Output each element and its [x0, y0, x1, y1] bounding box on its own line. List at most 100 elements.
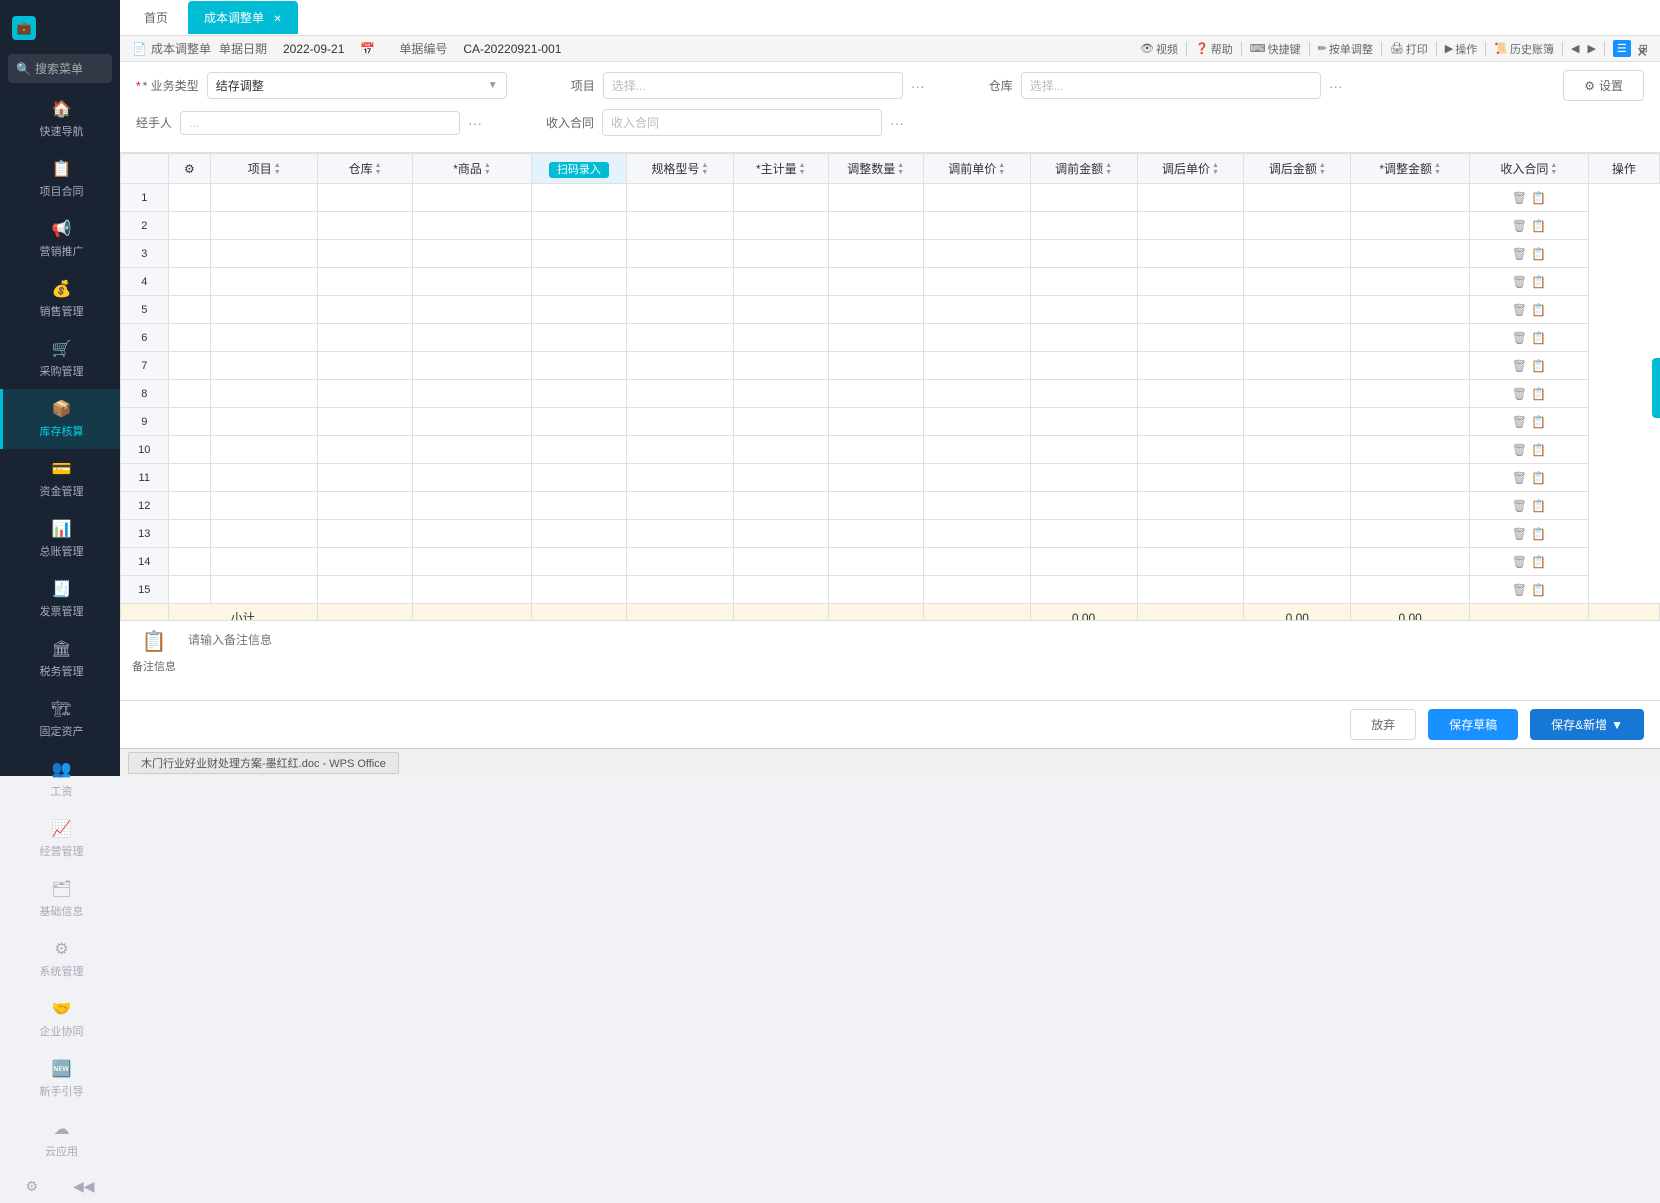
- cell-15-4[interactable]: [531, 576, 626, 604]
- th-unit[interactable]: *主计量 ▲▼: [733, 154, 828, 184]
- operations-btn[interactable]: ▶ 操作: [1445, 41, 1477, 57]
- cell-6-9[interactable]: [1030, 324, 1137, 352]
- right-edge-handle[interactable]: [1652, 358, 1660, 418]
- copy-icon-11[interactable]: 📋: [1531, 471, 1546, 485]
- cell-12-12[interactable]: [1351, 492, 1470, 520]
- cell-13-0[interactable]: [168, 520, 211, 548]
- cell-1-5[interactable]: [626, 184, 733, 212]
- cell-7-2[interactable]: [318, 352, 413, 380]
- cell-15-3[interactable]: [413, 576, 532, 604]
- cell-7-4[interactable]: [531, 352, 626, 380]
- cell-1-11[interactable]: [1244, 184, 1351, 212]
- cell-8-11[interactable]: [1244, 380, 1351, 408]
- cell-5-0[interactable]: [168, 296, 211, 324]
- cell-10-3[interactable]: [413, 436, 532, 464]
- th-after-price[interactable]: 调后单价 ▲▼: [1137, 154, 1244, 184]
- warehouse-dots[interactable]: ···: [1329, 78, 1343, 94]
- th-settings[interactable]: ⚙: [168, 154, 211, 184]
- cell-6-0[interactable]: [168, 324, 211, 352]
- cell-14-1[interactable]: [211, 548, 318, 576]
- cell-11-5[interactable]: [626, 464, 733, 492]
- cell-14-8[interactable]: [923, 548, 1030, 576]
- cell-11-9[interactable]: [1030, 464, 1137, 492]
- cell-10-2[interactable]: [318, 436, 413, 464]
- cell-2-5[interactable]: [626, 212, 733, 240]
- cell-5-3[interactable]: [413, 296, 532, 324]
- th-scan[interactable]: 扫码录入: [531, 154, 626, 184]
- cell-8-8[interactable]: [923, 380, 1030, 408]
- cell-5-9[interactable]: [1030, 296, 1137, 324]
- cell-12-1[interactable]: [211, 492, 318, 520]
- cell-13-3[interactable]: [413, 520, 532, 548]
- tab-cost-adjust[interactable]: 成本调整单 ✕: [188, 1, 298, 34]
- cell-13-10[interactable]: [1137, 520, 1244, 548]
- cell-12-2[interactable]: [318, 492, 413, 520]
- cell-4-3[interactable]: [413, 268, 532, 296]
- cell-8-10[interactable]: [1137, 380, 1244, 408]
- cell-4-7[interactable]: [828, 268, 923, 296]
- cell-15-8[interactable]: [923, 576, 1030, 604]
- cell-9-3[interactable]: [413, 408, 532, 436]
- sidebar-item-fixed-assets[interactable]: 🏗 固定资产: [0, 689, 120, 749]
- cell-15-12[interactable]: [1351, 576, 1470, 604]
- cell-10-6[interactable]: [733, 436, 828, 464]
- cell-2-6[interactable]: [733, 212, 828, 240]
- cell-10-8[interactable]: [923, 436, 1030, 464]
- cell-11-8[interactable]: [923, 464, 1030, 492]
- th-after-amount[interactable]: 调后金额 ▲▼: [1244, 154, 1351, 184]
- cell-15-10[interactable]: [1137, 576, 1244, 604]
- cell-9-6[interactable]: [733, 408, 828, 436]
- cell-10-7[interactable]: [828, 436, 923, 464]
- cell-12-7[interactable]: [828, 492, 923, 520]
- cell-5-1[interactable]: [211, 296, 318, 324]
- cell-13-8[interactable]: [923, 520, 1030, 548]
- cell-14-4[interactable]: [531, 548, 626, 576]
- cell-10-1[interactable]: [211, 436, 318, 464]
- sidebar-item-payroll[interactable]: 👥 工资: [0, 749, 120, 809]
- prev-btn[interactable]: ◀: [1571, 42, 1579, 55]
- cell-7-7[interactable]: [828, 352, 923, 380]
- settings-btn[interactable]: ⚙ 设置: [1563, 70, 1644, 101]
- sidebar-item-new-user-guide[interactable]: 🆕 新手引导: [0, 1049, 120, 1109]
- cell-9-0[interactable]: [168, 408, 211, 436]
- cell-6-4[interactable]: [531, 324, 626, 352]
- cell-6-6[interactable]: [733, 324, 828, 352]
- cell-9-1[interactable]: [211, 408, 318, 436]
- cell-9-4[interactable]: [531, 408, 626, 436]
- cell-4-11[interactable]: [1244, 268, 1351, 296]
- cell-12-8[interactable]: [923, 492, 1030, 520]
- copy-icon-10[interactable]: 📋: [1531, 443, 1546, 457]
- cell-3-5[interactable]: [626, 240, 733, 268]
- cell-6-3[interactable]: [413, 324, 532, 352]
- cell-15-5[interactable]: [626, 576, 733, 604]
- cell-5-12[interactable]: [1351, 296, 1470, 324]
- cell-5-11[interactable]: [1244, 296, 1351, 324]
- cell-11-11[interactable]: [1244, 464, 1351, 492]
- th-adjust-qty[interactable]: 调整数量 ▲▼: [828, 154, 923, 184]
- cell-14-9[interactable]: [1030, 548, 1137, 576]
- cell-15-7[interactable]: [828, 576, 923, 604]
- cell-4-6[interactable]: [733, 268, 828, 296]
- delete-icon-15[interactable]: 🗑: [1512, 583, 1527, 597]
- cell-4-2[interactable]: [318, 268, 413, 296]
- notes-input[interactable]: [188, 629, 1648, 647]
- help-btn[interactable]: ❓ 帮助: [1195, 41, 1233, 57]
- delete-icon-1[interactable]: 🗑: [1512, 191, 1527, 205]
- cell-4-10[interactable]: [1137, 268, 1244, 296]
- cell-13-1[interactable]: [211, 520, 318, 548]
- cell-10-5[interactable]: [626, 436, 733, 464]
- cell-2-9[interactable]: [1030, 212, 1137, 240]
- cell-14-3[interactable]: [413, 548, 532, 576]
- calendar-icon[interactable]: 📅: [360, 42, 375, 56]
- cell-15-6[interactable]: [733, 576, 828, 604]
- cell-3-7[interactable]: [828, 240, 923, 268]
- copy-icon-8[interactable]: 📋: [1531, 387, 1546, 401]
- cell-6-1[interactable]: [211, 324, 318, 352]
- cell-1-3[interactable]: [413, 184, 532, 212]
- cell-6-7[interactable]: [828, 324, 923, 352]
- tab-close-btn[interactable]: ✕: [273, 14, 281, 25]
- delete-icon-11[interactable]: 🗑: [1512, 471, 1527, 485]
- th-warehouse[interactable]: 仓库 ▲▼: [318, 154, 413, 184]
- cell-4-4[interactable]: [531, 268, 626, 296]
- cell-14-5[interactable]: [626, 548, 733, 576]
